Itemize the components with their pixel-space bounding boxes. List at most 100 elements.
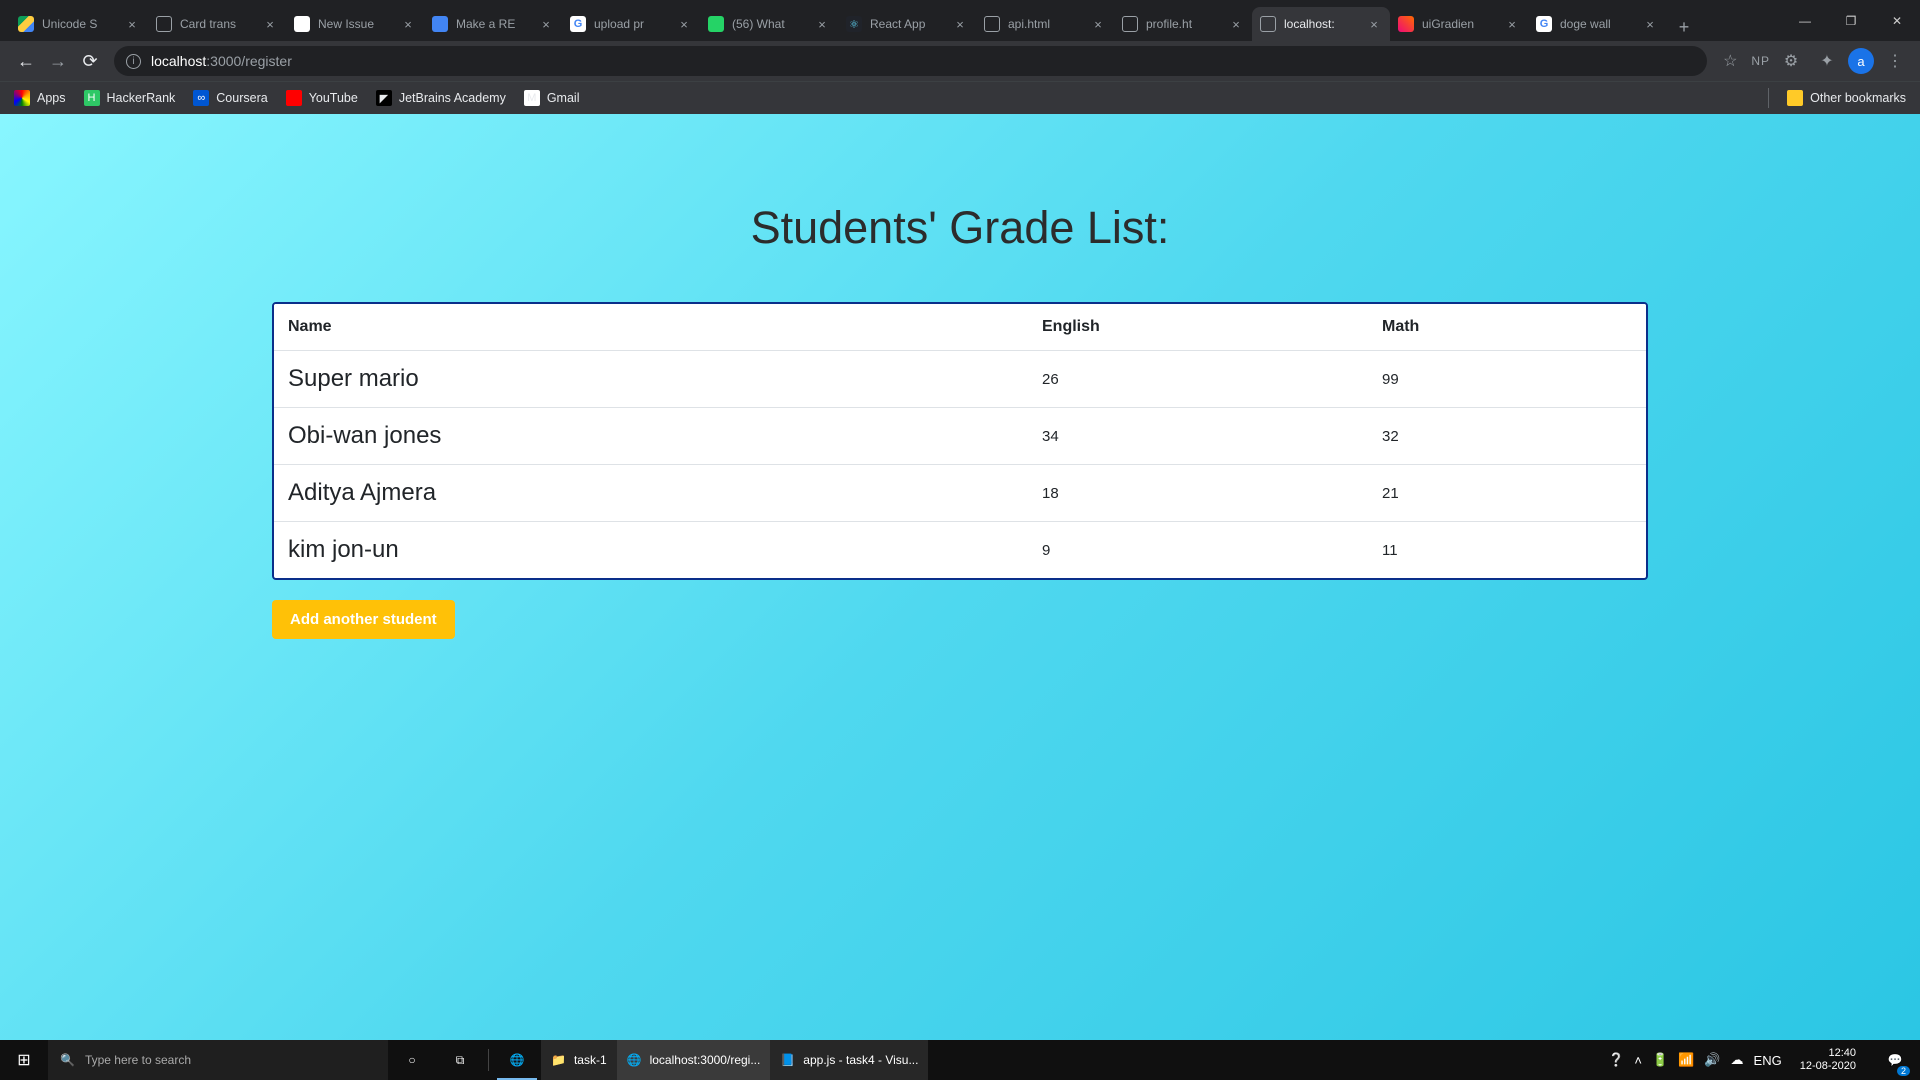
apps-icon	[14, 90, 30, 106]
tab-react[interactable]: ⚛React App×	[838, 7, 976, 41]
site-info-icon[interactable]: i	[126, 54, 141, 69]
close-icon[interactable]: ×	[1366, 16, 1382, 32]
close-icon[interactable]: ×	[538, 16, 554, 32]
cortana-icon[interactable]: ○	[388, 1040, 436, 1080]
tab-uigradients[interactable]: uiGradien×	[1390, 7, 1528, 41]
minimize-button[interactable]: —	[1782, 0, 1828, 41]
page-viewport[interactable]: Students' Grade List: Name English Math …	[0, 114, 1920, 1040]
whatsapp-icon	[708, 16, 724, 32]
tab-profile[interactable]: profile.ht×	[1114, 7, 1252, 41]
url-input[interactable]: i localhost:3000/register	[114, 46, 1707, 76]
cell-english: 18	[1028, 465, 1368, 522]
new-tab-button[interactable]: +	[1670, 13, 1698, 41]
google-icon: G	[1536, 16, 1552, 32]
col-math: Math	[1368, 304, 1646, 351]
tab-unicode[interactable]: Unicode S×	[10, 7, 148, 41]
profile-avatar[interactable]: a	[1848, 48, 1874, 74]
tab-card[interactable]: Card trans×	[148, 7, 286, 41]
onedrive-icon[interactable]: ☁	[1731, 1052, 1744, 1068]
bookmark-separator	[1768, 88, 1769, 108]
taskbar-search[interactable]: 🔍 Type here to search	[48, 1040, 388, 1080]
cell-name: Aditya Ajmera	[274, 465, 1028, 522]
close-icon[interactable]: ×	[676, 16, 692, 32]
globe-icon	[1260, 16, 1276, 32]
language-indicator[interactable]: ENG	[1754, 1053, 1782, 1068]
bookmark-coursera[interactable]: ∞Coursera	[193, 90, 267, 106]
taskbar-item-chrome[interactable]: 🌐localhost:3000/regi...	[617, 1040, 771, 1080]
close-icon[interactable]: ×	[1090, 16, 1106, 32]
close-icon[interactable]: ×	[1504, 16, 1520, 32]
close-window-button[interactable]: ✕	[1874, 0, 1920, 41]
extensions-icon[interactable]: ✦	[1812, 46, 1842, 76]
menu-icon[interactable]: ⋮	[1880, 46, 1910, 76]
wifi-icon[interactable]: 📶	[1678, 1052, 1694, 1068]
gmail-icon: M	[524, 90, 540, 106]
jetbrains-icon: ◤	[376, 90, 392, 106]
tab-localhost[interactable]: localhost:×	[1252, 7, 1390, 41]
tab-make[interactable]: Make a RE×	[424, 7, 562, 41]
cell-math: 99	[1368, 351, 1646, 408]
cell-name: Obi-wan jones	[274, 408, 1028, 465]
close-icon[interactable]: ×	[262, 16, 278, 32]
start-button[interactable]: ⊞	[0, 1040, 48, 1080]
close-icon[interactable]: ×	[1228, 16, 1244, 32]
google-icon: G	[570, 16, 586, 32]
bookmark-hackerrank[interactable]: HHackerRank	[84, 90, 176, 106]
close-icon[interactable]: ×	[1642, 16, 1658, 32]
bookmark-apps[interactable]: Apps	[14, 90, 66, 106]
notifications-button[interactable]: 💬2	[1874, 1040, 1916, 1080]
globe-icon	[156, 16, 172, 32]
back-button[interactable]: ←	[10, 45, 42, 77]
close-icon[interactable]: ×	[814, 16, 830, 32]
youtube-icon	[286, 90, 302, 106]
tab-doge[interactable]: Gdoge wall×	[1528, 7, 1666, 41]
close-icon[interactable]: ×	[124, 16, 140, 32]
react-icon: ⚛	[846, 16, 862, 32]
system-tray: ❔ ˄ 🔋 📶 🔊 ☁ ENG 12:40 12-08-2020 💬2	[1608, 1040, 1920, 1080]
cell-math: 32	[1368, 408, 1646, 465]
page-title: Students' Grade List:	[0, 202, 1920, 254]
task-view-icon[interactable]: ⧉	[436, 1040, 484, 1080]
address-bar: ← → ⟳ i localhost:3000/register ☆ NP ⚙ ✦…	[0, 41, 1920, 81]
close-icon[interactable]: ×	[952, 16, 968, 32]
cell-name: Super mario	[274, 351, 1028, 408]
forward-button[interactable]: →	[42, 45, 74, 77]
close-icon[interactable]: ×	[400, 16, 416, 32]
help-icon[interactable]: ❔	[1608, 1052, 1624, 1068]
github-icon	[294, 16, 310, 32]
hackerrank-icon: H	[84, 90, 100, 106]
volume-icon[interactable]: 🔊	[1704, 1052, 1720, 1068]
chrome-icon: 🌐	[627, 1053, 642, 1067]
maximize-button[interactable]: ❐	[1828, 0, 1874, 41]
chevron-up-icon[interactable]: ˄	[1634, 1053, 1642, 1068]
chrome-pinned-icon[interactable]: 🌐	[493, 1040, 541, 1080]
tab-github[interactable]: New Issue×	[286, 7, 424, 41]
tab-whatsapp[interactable]: (56) What×	[700, 7, 838, 41]
taskbar-clock[interactable]: 12:40 12-08-2020	[1792, 1047, 1864, 1073]
bookmark-star-icon[interactable]: ☆	[1715, 46, 1745, 76]
battery-icon[interactable]: 🔋	[1652, 1052, 1668, 1068]
taskbar: ⊞ 🔍 Type here to search ○ ⧉ 🌐 📁task-1 🌐l…	[0, 1040, 1920, 1080]
table-row: Super mario 26 99	[274, 351, 1646, 408]
taskbar-item-vscode[interactable]: 📘app.js - task4 - Visu...	[770, 1040, 928, 1080]
col-name: Name	[274, 304, 1028, 351]
bookmark-gmail[interactable]: MGmail	[524, 90, 580, 106]
search-placeholder: Type here to search	[85, 1053, 191, 1067]
table-row: Obi-wan jones 34 32	[274, 408, 1646, 465]
bookmark-jetbrains[interactable]: ◤JetBrains Academy	[376, 90, 506, 106]
np-badge[interactable]: NP	[1751, 54, 1770, 68]
other-bookmarks[interactable]: Other bookmarks	[1787, 90, 1906, 106]
cell-name: kim jon-un	[274, 522, 1028, 578]
tab-api[interactable]: api.html×	[976, 7, 1114, 41]
cell-english: 26	[1028, 351, 1368, 408]
cell-math: 11	[1368, 522, 1646, 578]
bookmark-youtube[interactable]: YouTube	[286, 90, 358, 106]
taskbar-item-task1[interactable]: 📁task-1	[541, 1040, 617, 1080]
add-student-button[interactable]: Add another student	[272, 600, 455, 639]
reload-button[interactable]: ⟳	[74, 45, 106, 77]
folder-icon: 📁	[551, 1053, 566, 1067]
globe-icon	[1122, 16, 1138, 32]
gear-icon[interactable]: ⚙	[1776, 46, 1806, 76]
tab-upload[interactable]: Gupload pr×	[562, 7, 700, 41]
vscode-icon: 📘	[780, 1053, 795, 1067]
